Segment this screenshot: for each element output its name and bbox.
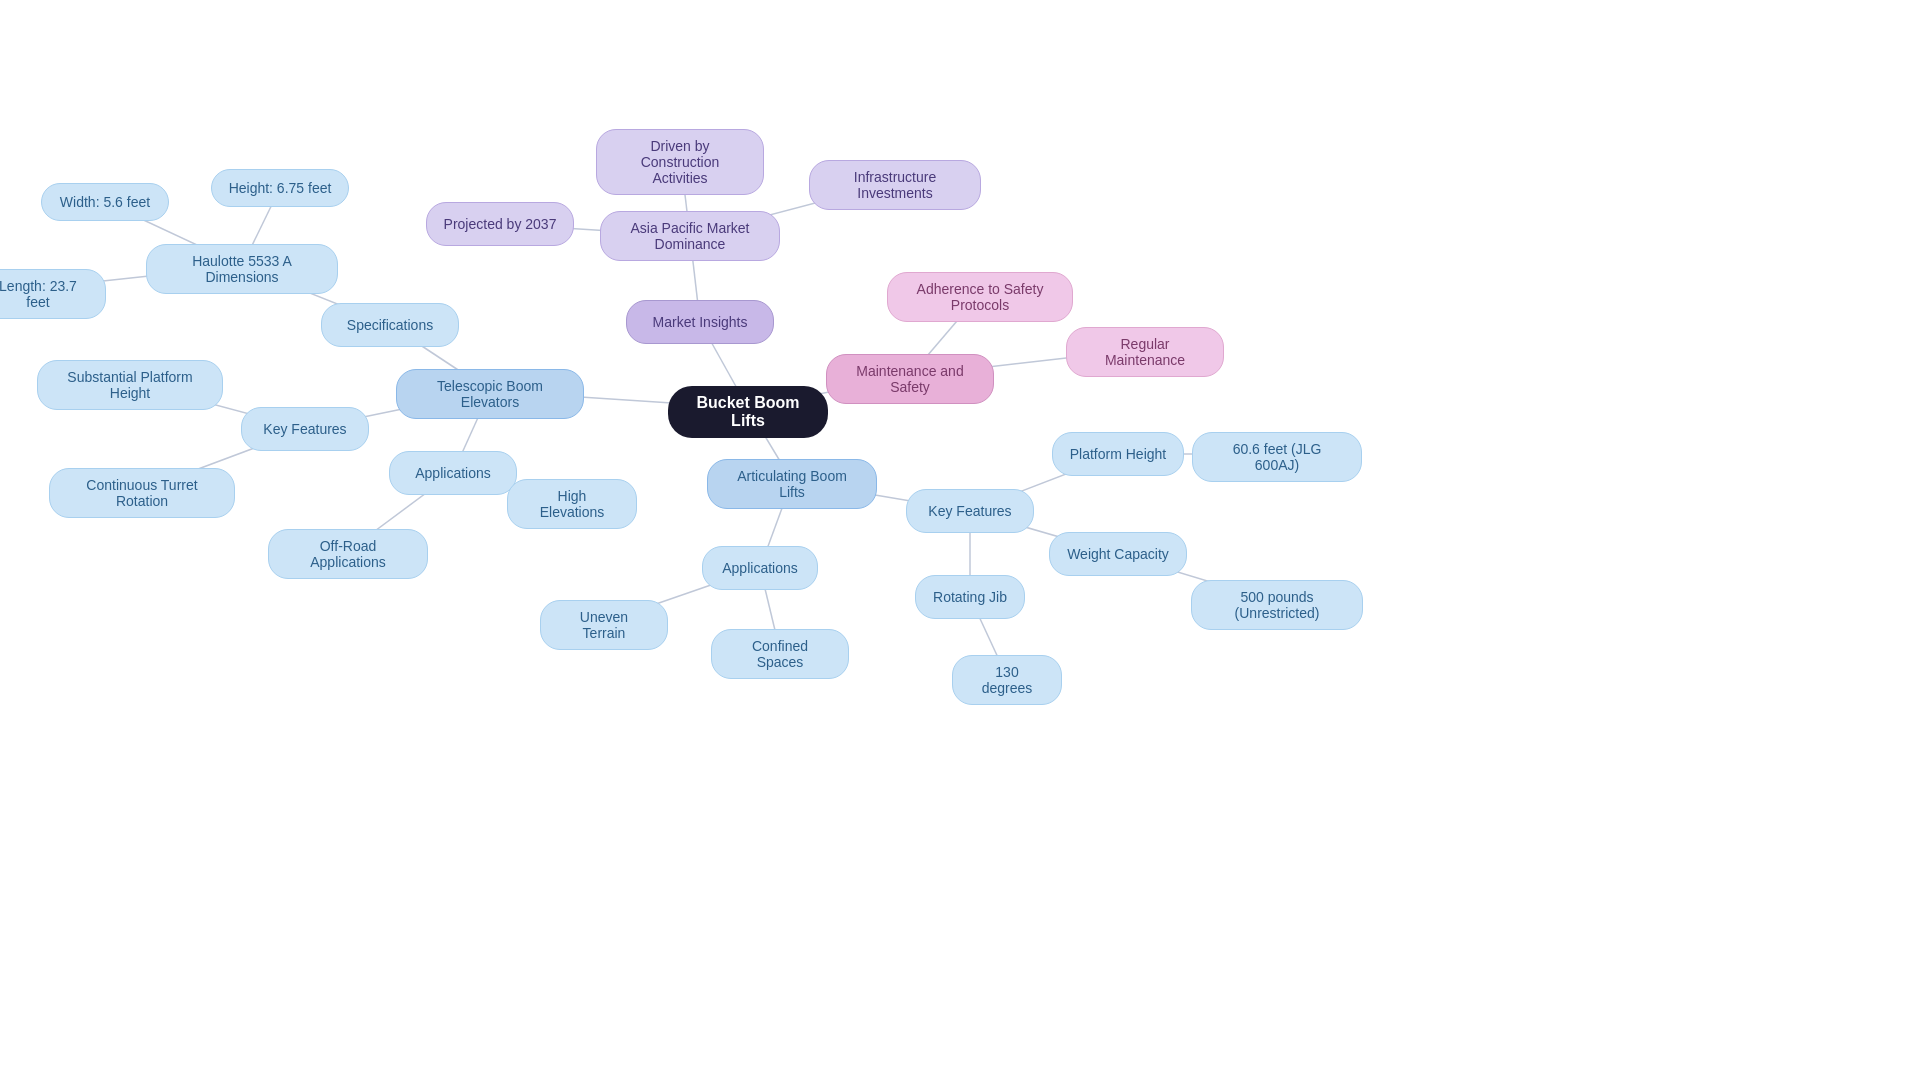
node-infrastructure[interactable]: Infrastructure Investments bbox=[809, 160, 981, 210]
node-regular_maintenance[interactable]: Regular Maintenance bbox=[1066, 327, 1224, 377]
node-haulotte[interactable]: Haulotte 5533 A Dimensions bbox=[146, 244, 338, 294]
node-applications_left[interactable]: Applications bbox=[389, 451, 517, 495]
node-uneven[interactable]: Uneven Terrain bbox=[540, 600, 668, 650]
node-turret[interactable]: Continuous Turret Rotation bbox=[49, 468, 235, 518]
node-length[interactable]: Length: 23.7 feet bbox=[0, 269, 106, 319]
node-articulating[interactable]: Articulating Boom Lifts bbox=[707, 459, 877, 509]
node-width[interactable]: Width: 5.6 feet bbox=[41, 183, 169, 221]
mindmap-container: Bucket Boom Lifts Market Insights Asia Pac… bbox=[0, 0, 1920, 1083]
node-off_road[interactable]: Off-Road Applications bbox=[268, 529, 428, 579]
node-applications_right[interactable]: Applications bbox=[702, 546, 818, 590]
node-substantial[interactable]: Substantial Platform Height bbox=[37, 360, 223, 410]
node-confined[interactable]: Confined Spaces bbox=[711, 629, 849, 679]
node-platform_height[interactable]: Platform Height bbox=[1052, 432, 1184, 476]
node-500_pounds[interactable]: 500 pounds (Unrestricted) bbox=[1191, 580, 1363, 630]
node-projected[interactable]: Projected by 2037 bbox=[426, 202, 574, 246]
node-height_dim[interactable]: Height: 6.75 feet bbox=[211, 169, 349, 207]
node-key_features_right[interactable]: Key Features bbox=[906, 489, 1034, 533]
node-center[interactable]: Bucket Boom Lifts bbox=[668, 386, 828, 438]
node-weight_capacity[interactable]: Weight Capacity bbox=[1049, 532, 1187, 576]
node-60_feet[interactable]: 60.6 feet (JLG 600AJ) bbox=[1192, 432, 1362, 482]
node-specifications[interactable]: Specifications bbox=[321, 303, 459, 347]
node-driven[interactable]: Driven by Construction Activities bbox=[596, 129, 764, 195]
node-telescopic[interactable]: Telescopic Boom Elevators bbox=[396, 369, 584, 419]
node-130_degrees[interactable]: 130 degrees bbox=[952, 655, 1062, 705]
node-adherence[interactable]: Adherence to Safety Protocols bbox=[887, 272, 1073, 322]
node-rotating_jib[interactable]: Rotating Jib bbox=[915, 575, 1025, 619]
node-maintenance_safety[interactable]: Maintenance and Safety bbox=[826, 354, 994, 404]
node-asia_pacific[interactable]: Asia Pacific Market Dominance bbox=[600, 211, 780, 261]
node-key_features_left[interactable]: Key Features bbox=[241, 407, 369, 451]
node-high_elevations[interactable]: High Elevations bbox=[507, 479, 637, 529]
node-market_insights[interactable]: Market Insights bbox=[626, 300, 774, 344]
